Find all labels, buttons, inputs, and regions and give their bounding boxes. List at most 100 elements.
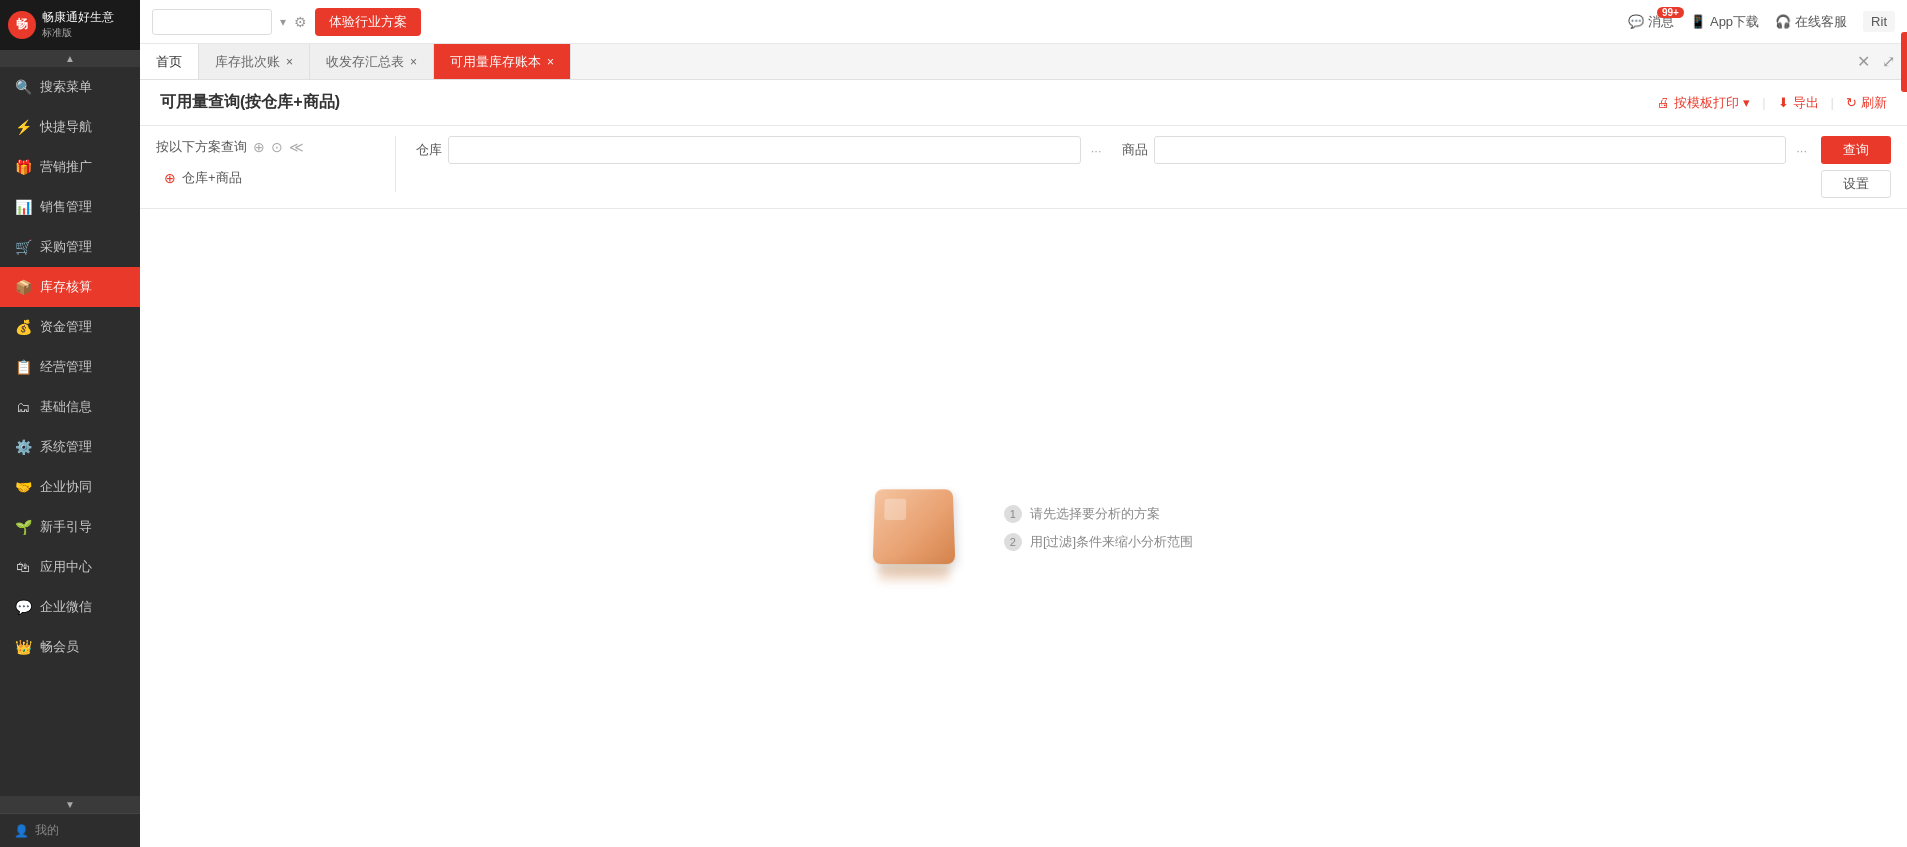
hint-num-2: 2 xyxy=(1004,533,1022,551)
topbar-gear-icon[interactable]: ⚙ xyxy=(294,14,307,30)
sidebar-item-search[interactable]: 🔍搜索菜单 xyxy=(0,67,140,107)
goods-input[interactable] xyxy=(1154,136,1787,164)
warehouse-input[interactable] xyxy=(448,136,1081,164)
filter-scheme-header: 按以下方案查询 ⊕ ⊙ ≪ xyxy=(156,138,385,156)
app-icon: 📱 xyxy=(1690,14,1706,29)
sidebar-icon-inventory: 📦 xyxy=(14,279,32,295)
scheme-item-warehouse-goods[interactable]: ⊕ 仓库+商品 xyxy=(156,164,385,192)
print-icon: 🖨 xyxy=(1657,95,1670,110)
tab-available-label: 可用量库存账本 xyxy=(450,53,541,71)
topbar-chevron-icon[interactable]: ▾ xyxy=(280,15,286,29)
sidebar-label-vip: 畅会员 xyxy=(40,638,79,656)
sidebar-nav: 🔍搜索菜单⚡快捷导航🎁营销推广📊销售管理🛒采购管理 📦 库存核算 💰 资金管理 📋经营管理… xyxy=(0,67,140,796)
tab-maximize-btn[interactable]: ⤢ xyxy=(1878,48,1899,75)
sidebar-label-purchase: 采购管理 xyxy=(40,238,92,256)
sidebar-footer-label: 我的 xyxy=(35,822,59,839)
empty-hints: 1 请先选择要分析的方案 2 用[过滤]条件来缩小分析范围 xyxy=(1004,505,1193,551)
brand-header: 畅 畅康通好生意 标准版 xyxy=(0,0,140,50)
topbar-service-btn[interactable]: 🎧 在线客服 xyxy=(1775,13,1847,31)
tab-home[interactable]: 首页 xyxy=(140,44,199,79)
page-header: 可用量查询(按仓库+商品) 🖨 按模板打印 ▾ | ⬇ 导出 | ↻ 刷新 xyxy=(140,80,1907,126)
msg-icon: 💬 xyxy=(1628,14,1644,29)
tab-batch-close[interactable]: × xyxy=(286,55,293,69)
sidebar-item-wechat[interactable]: 💬 企业微信 xyxy=(0,587,140,627)
sidebar: 畅 畅康通好生意 标准版 ▲ 🔍搜索菜单⚡快捷导航🎁营销推广📊销售管理🛒采购管理… xyxy=(0,0,140,847)
sidebar-label-wechat: 企业微信 xyxy=(40,598,92,616)
tab-summary[interactable]: 收发存汇总表 × xyxy=(310,44,434,79)
filter-area: 按以下方案查询 ⊕ ⊙ ≪ ⊕ 仓库+商品 仓库 ··· 商品 xyxy=(140,126,1907,209)
action-sep1: | xyxy=(1762,95,1765,110)
export-btn[interactable]: ⬇ 导出 xyxy=(1778,94,1819,112)
topbar-search-input[interactable] xyxy=(152,9,272,35)
empty-hint-1: 1 请先选择要分析的方案 xyxy=(1004,505,1193,523)
empty-state: 1 请先选择要分析的方案 2 用[过滤]条件来缩小分析范围 xyxy=(140,209,1907,847)
sidebar-item-basic[interactable]: 🗂 基础信息 xyxy=(0,387,140,427)
sidebar-item-purchase[interactable]: 🛒采购管理 xyxy=(0,227,140,267)
sidebar-label-marketing: 营销推广 xyxy=(40,158,92,176)
topbar-right: 💬 消息 99+ 📱 App下载 🎧 在线客服 Rit xyxy=(1628,11,1895,32)
sidebar-label-inventory: 库存核算 xyxy=(40,278,92,296)
sidebar-item-sales[interactable]: 📊销售管理 xyxy=(0,187,140,227)
sidebar-scroll-down[interactable]: ▼ xyxy=(0,796,140,813)
sidebar-icon-wechat: 💬 xyxy=(14,599,32,615)
brand-icon: 畅 xyxy=(8,11,36,39)
sidebar-item-operation[interactable]: 📋经营管理 xyxy=(0,347,140,387)
sidebar-label-sales: 销售管理 xyxy=(40,198,92,216)
brand-info: 畅康通好生意 标准版 xyxy=(42,10,114,40)
sidebar-item-marketing[interactable]: 🎁营销推广 xyxy=(0,147,140,187)
tab-close-btn[interactable]: ✕ xyxy=(1853,48,1874,75)
industry-btn[interactable]: 体验行业方案 xyxy=(315,8,421,36)
tab-available-close[interactable]: × xyxy=(547,55,554,69)
refresh-btn[interactable]: ↻ 刷新 xyxy=(1846,94,1887,112)
scheme-label: 仓库+商品 xyxy=(182,169,242,187)
scheme-icon: ⊕ xyxy=(164,170,176,186)
sidebar-icon-operation: 📋 xyxy=(14,359,32,375)
service-icon: 🎧 xyxy=(1775,14,1791,29)
sidebar-item-enterprise[interactable]: 🤝企业协同 xyxy=(0,467,140,507)
collapse-scheme-icon[interactable]: ≪ xyxy=(289,139,304,155)
warehouse-more-btn[interactable]: ··· xyxy=(1087,143,1106,158)
sidebar-label-finance: 资金管理 xyxy=(40,318,92,336)
right-scroll-indicator xyxy=(1901,32,1907,92)
page-title: 可用量查询(按仓库+商品) xyxy=(160,92,340,113)
settings-scheme-icon[interactable]: ⊙ xyxy=(271,139,283,155)
print-label: 按模板打印 xyxy=(1674,94,1739,112)
tab-available[interactable]: 可用量库存账本 × xyxy=(434,44,571,79)
filter-field-warehouse: 仓库 ··· xyxy=(416,136,1106,164)
sidebar-label-basic: 基础信息 xyxy=(40,398,92,416)
sidebar-item-vip[interactable]: 👑畅会员 xyxy=(0,627,140,667)
sidebar-label-guide: 新手引导 xyxy=(40,518,92,536)
sidebar-item-appstore[interactable]: 🛍应用中心 xyxy=(0,547,140,587)
print-btn[interactable]: 🖨 按模板打印 ▾ xyxy=(1657,94,1750,112)
service-label: 在线客服 xyxy=(1795,13,1847,31)
brand-name: 畅康通好生意 xyxy=(42,10,114,26)
topbar-msg-btn[interactable]: 💬 消息 99+ xyxy=(1628,13,1674,31)
settings-btn[interactable]: 设置 xyxy=(1821,170,1891,198)
goods-label: 商品 xyxy=(1122,141,1148,159)
sidebar-item-finance[interactable]: 💰 资金管理 xyxy=(0,307,140,347)
sidebar-item-quick[interactable]: ⚡快捷导航 xyxy=(0,107,140,147)
add-scheme-icon[interactable]: ⊕ xyxy=(253,139,265,155)
tabbar: 首页 库存批次账 × 收发存汇总表 × 可用量库存账本 × ✕ ⤢ xyxy=(140,44,1907,80)
sidebar-icon-finance: 💰 xyxy=(14,319,32,335)
sidebar-item-inventory[interactable]: 📦 库存核算 xyxy=(0,267,140,307)
sidebar-label-enterprise: 企业协同 xyxy=(40,478,92,496)
goods-more-btn[interactable]: ··· xyxy=(1792,143,1811,158)
empty-illustration xyxy=(854,468,974,588)
msg-badge: 99+ xyxy=(1657,7,1684,18)
sidebar-item-system[interactable]: ⚙️系统管理 xyxy=(0,427,140,467)
topbar-user-btn[interactable]: Rit xyxy=(1863,11,1895,32)
tab-batch[interactable]: 库存批次账 × xyxy=(199,44,310,79)
topbar-app-btn[interactable]: 📱 App下载 xyxy=(1690,13,1759,31)
hint-num-1: 1 xyxy=(1004,505,1022,523)
empty-shadow xyxy=(879,563,949,573)
sidebar-label-system: 系统管理 xyxy=(40,438,92,456)
sidebar-scroll-up[interactable]: ▲ xyxy=(0,50,140,67)
brand-edition: 标准版 xyxy=(42,26,114,40)
sidebar-icon-basic: 🗂 xyxy=(14,399,32,415)
tab-summary-close[interactable]: × xyxy=(410,55,417,69)
sidebar-item-guide[interactable]: 🌱新手引导 xyxy=(0,507,140,547)
query-btn[interactable]: 查询 xyxy=(1821,136,1891,164)
sidebar-icon-appstore: 🛍 xyxy=(14,559,32,575)
tab-summary-label: 收发存汇总表 xyxy=(326,53,404,71)
